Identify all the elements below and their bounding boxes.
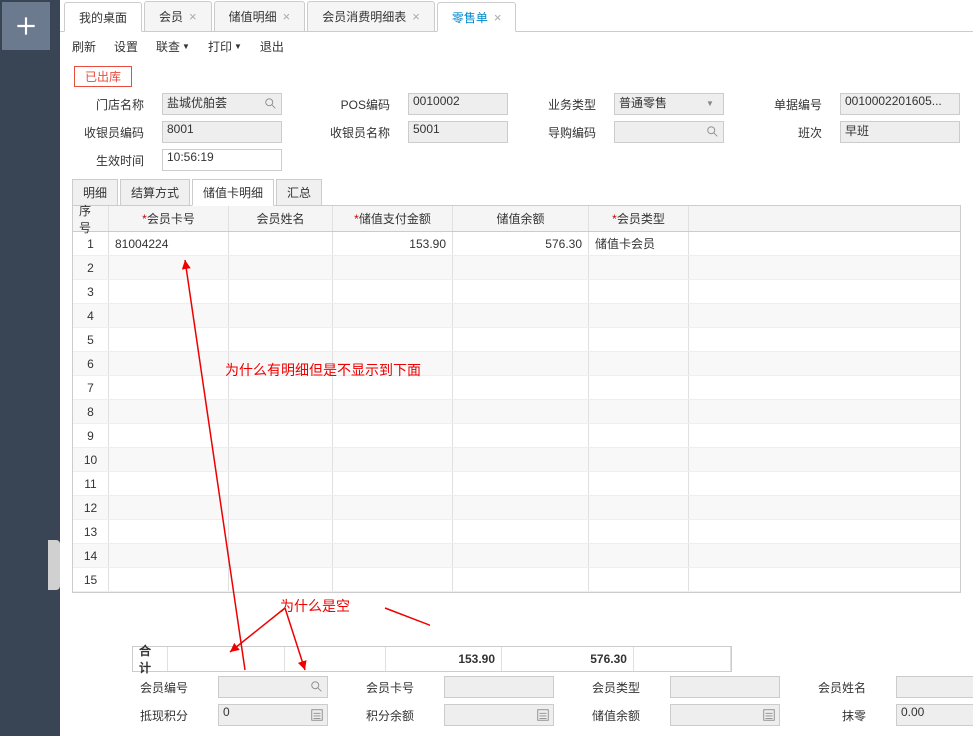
cashier-code-field[interactable]: 8001: [162, 121, 282, 143]
table-row[interactable]: 3: [73, 280, 960, 304]
member-type-label: 会员类型: [584, 679, 640, 696]
stored-balance-field[interactable]: [670, 704, 780, 726]
table-row[interactable]: 11: [73, 472, 960, 496]
sub-tab-summary[interactable]: 汇总: [276, 179, 322, 205]
close-icon[interactable]: ×: [189, 9, 197, 24]
search-icon: [264, 97, 278, 111]
col-card-header: *会员卡号: [109, 206, 229, 231]
stored-card-table: 序号 *会员卡号 会员姓名 *储值支付金额 储值余额 *会员类型 1810042…: [72, 206, 961, 593]
points-balance-label: 积分余额: [358, 707, 414, 724]
tab-label: 我的桌面: [79, 9, 127, 26]
table-row[interactable]: 5: [73, 328, 960, 352]
caret-down-icon: ▼: [182, 42, 190, 51]
col-num-header: 序号: [73, 206, 109, 231]
caret-down-icon: ▼: [706, 99, 720, 113]
member-type-field[interactable]: [670, 676, 780, 698]
tabs-bar: 我的桌面 会员 × 储值明细 × 会员消费明细表 × 零售单 ×: [60, 0, 973, 32]
store-label: 门店名称: [72, 96, 144, 113]
order-no-label: 单据编号: [742, 96, 822, 113]
table-row[interactable]: 7: [73, 376, 960, 400]
new-button[interactable]: [2, 2, 50, 50]
exit-button[interactable]: 退出: [260, 38, 284, 55]
sidebar-collapse-handle[interactable]: [48, 540, 60, 590]
link-button[interactable]: 联查▼: [156, 38, 190, 55]
cashier-name-field[interactable]: 5001: [408, 121, 508, 143]
table-row[interactable]: 12: [73, 496, 960, 520]
member-name-field[interactable]: [896, 676, 973, 698]
search-icon: [310, 680, 324, 694]
pos-label: POS编码: [300, 96, 390, 113]
member-card-field[interactable]: [444, 676, 554, 698]
tab-label: 会员: [159, 8, 183, 25]
tab-stored-detail[interactable]: 储值明细 ×: [214, 1, 306, 31]
caret-down-icon: ▼: [234, 42, 242, 51]
table-row[interactable]: 181004224153.90576.30储值卡会员: [73, 232, 960, 256]
col-name-header: 会员姓名: [229, 206, 333, 231]
tab-desktop[interactable]: 我的桌面: [64, 2, 142, 32]
member-code-label: 会员编号: [132, 679, 188, 696]
biz-type-field[interactable]: 普通零售▼: [614, 93, 724, 115]
table-row[interactable]: 15: [73, 568, 960, 592]
search-icon: [706, 125, 720, 139]
store-field[interactable]: 盐城优舶荟: [162, 93, 282, 115]
points-balance-field[interactable]: [444, 704, 554, 726]
close-icon[interactable]: ×: [494, 10, 502, 25]
tab-consume-detail[interactable]: 会员消费明细表 ×: [307, 1, 435, 31]
sub-tab-stored-card[interactable]: 储值卡明细: [192, 179, 274, 206]
effect-time-label: 生效时间: [72, 152, 144, 169]
guide-code-field[interactable]: [614, 121, 724, 143]
summary-row: 合计 153.90 576.30: [132, 646, 732, 672]
table-row[interactable]: 14: [73, 544, 960, 568]
tab-label: 储值明细: [229, 8, 277, 25]
annotation-2: 为什么是空: [280, 596, 350, 616]
tab-label: 零售单: [452, 9, 488, 26]
toolbar: 刷新 设置 联查▼ 打印▼ 退出: [60, 32, 973, 60]
table-row[interactable]: 9: [73, 424, 960, 448]
print-button[interactable]: 打印▼: [208, 38, 242, 55]
tab-label: 会员消费明细表: [322, 8, 406, 25]
guide-code-label: 导购编码: [526, 124, 596, 141]
calculator-icon: [310, 708, 324, 722]
biz-type-label: 业务类型: [526, 96, 596, 113]
table-row[interactable]: 6: [73, 352, 960, 376]
member-code-field[interactable]: [218, 676, 328, 698]
settings-button[interactable]: 设置: [114, 38, 138, 55]
table-row[interactable]: 13: [73, 520, 960, 544]
status-badge: 已出库: [74, 66, 132, 87]
close-icon[interactable]: ×: [412, 9, 420, 24]
calculator-icon: [536, 708, 550, 722]
table-row[interactable]: 4: [73, 304, 960, 328]
tab-retail-order[interactable]: 零售单 ×: [437, 2, 517, 32]
discount-field[interactable]: 0.00: [896, 704, 973, 726]
table-row[interactable]: 2: [73, 256, 960, 280]
calculator-icon: [762, 708, 776, 722]
tab-member[interactable]: 会员 ×: [144, 1, 212, 31]
sub-tab-settle[interactable]: 结算方式: [120, 179, 190, 205]
col-type-header: *会员类型: [589, 206, 689, 231]
col-pay-header: *储值支付金额: [333, 206, 453, 231]
cashier-name-label: 收银员名称: [300, 124, 390, 141]
deduct-points-field[interactable]: 0: [218, 704, 328, 726]
cashier-code-label: 收银员编码: [72, 124, 144, 141]
stored-balance-label: 储值余额: [584, 707, 640, 724]
shift-label: 班次: [742, 124, 822, 141]
effect-time-field[interactable]: 10:56:19: [162, 149, 282, 171]
shift-field[interactable]: 早班: [840, 121, 960, 143]
table-row[interactable]: 10: [73, 448, 960, 472]
member-name-label: 会员姓名: [810, 679, 866, 696]
discount-label: 抹零: [810, 707, 866, 724]
table-row[interactable]: 8: [73, 400, 960, 424]
member-card-label: 会员卡号: [358, 679, 414, 696]
order-no-field[interactable]: 0010002201605...: [840, 93, 960, 115]
pos-field[interactable]: 0010002: [408, 93, 508, 115]
refresh-button[interactable]: 刷新: [72, 38, 96, 55]
close-icon[interactable]: ×: [283, 9, 291, 24]
deduct-points-label: 抵现积分: [132, 707, 188, 724]
col-balance-header: 储值余额: [453, 206, 589, 231]
